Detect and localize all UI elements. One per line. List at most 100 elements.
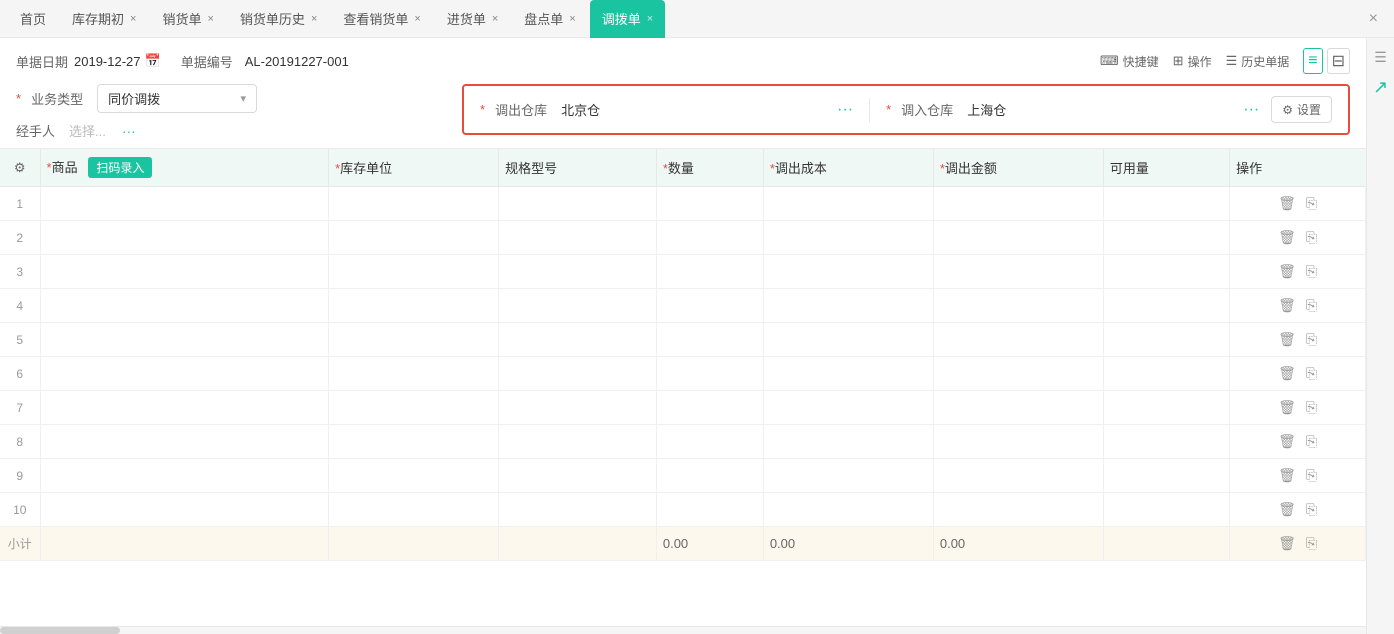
window-close-button[interactable]: × (1361, 6, 1386, 32)
horizontal-scrollbar[interactable] (0, 626, 1366, 634)
layout-grid-button[interactable]: ⊟ (1327, 48, 1350, 74)
th-gear[interactable]: ⚙ (0, 149, 40, 187)
unit-cell[interactable] (329, 323, 499, 357)
amount-cell[interactable] (933, 187, 1103, 221)
spec-cell[interactable] (499, 493, 657, 527)
delete-icon[interactable]: 🗑 (1276, 295, 1298, 316)
delete-icon[interactable]: 🗑 (1276, 397, 1298, 418)
tab-view-sales[interactable]: 查看销货单 × (331, 0, 432, 38)
spec-cell[interactable] (499, 289, 657, 323)
shortcuts-button[interactable]: ⌨ 快捷键 (1100, 53, 1159, 70)
copy-icon[interactable]: ⎘ (1304, 465, 1319, 486)
tab-sales-history[interactable]: 销货单历史 × (228, 0, 329, 38)
delete-icon[interactable]: 🗑 (1276, 193, 1298, 214)
cost-cell[interactable] (763, 221, 933, 255)
cost-cell[interactable] (763, 493, 933, 527)
product-cell[interactable] (40, 391, 329, 425)
tab-inventory-init[interactable]: 库存期初 × (60, 0, 148, 38)
amount-cell[interactable] (933, 391, 1103, 425)
tab-close-sales-history[interactable]: × (311, 13, 317, 25)
amount-cell[interactable] (933, 289, 1103, 323)
tab-home[interactable]: 首页 (8, 0, 58, 38)
cost-cell[interactable] (763, 187, 933, 221)
amount-cell[interactable] (933, 221, 1103, 255)
amount-cell[interactable] (933, 459, 1103, 493)
qty-cell[interactable] (656, 425, 763, 459)
spec-cell[interactable] (499, 221, 657, 255)
tab-sales-order[interactable]: 销货单 × (150, 0, 225, 38)
layout-list-button[interactable]: ≡ (1303, 48, 1322, 74)
product-cell[interactable] (40, 459, 329, 493)
spec-cell[interactable] (499, 425, 657, 459)
unit-cell[interactable] (329, 187, 499, 221)
delete-icon[interactable]: 🗑 (1276, 465, 1298, 486)
copy-icon[interactable]: ⎘ (1304, 533, 1319, 554)
spec-cell[interactable] (499, 255, 657, 289)
qty-cell[interactable] (656, 289, 763, 323)
tab-close-inventory-init[interactable]: × (130, 13, 136, 25)
spec-cell[interactable] (499, 357, 657, 391)
spec-cell[interactable] (499, 459, 657, 493)
tab-close-stock-count[interactable]: × (569, 13, 575, 25)
cost-cell[interactable] (763, 289, 933, 323)
sidebar-list-icon[interactable]: ☰ (1370, 46, 1392, 68)
tab-close-purchase-order[interactable]: × (492, 13, 498, 25)
copy-icon[interactable]: ⎘ (1304, 295, 1319, 316)
copy-icon[interactable]: ⎘ (1304, 227, 1319, 248)
handler-more-icon[interactable]: ··· (122, 123, 136, 139)
delete-icon[interactable]: 🗑 (1276, 261, 1298, 282)
unit-cell[interactable] (329, 255, 499, 289)
copy-icon[interactable]: ⎘ (1304, 329, 1319, 350)
qty-cell[interactable] (656, 391, 763, 425)
qty-cell[interactable] (656, 357, 763, 391)
cost-cell[interactable] (763, 459, 933, 493)
qty-cell[interactable] (656, 187, 763, 221)
amount-cell[interactable] (933, 493, 1103, 527)
cost-cell[interactable] (763, 391, 933, 425)
amount-cell[interactable] (933, 255, 1103, 289)
spec-cell[interactable] (499, 187, 657, 221)
copy-icon[interactable]: ⎘ (1304, 431, 1319, 452)
cost-cell[interactable] (763, 255, 933, 289)
delete-icon[interactable]: 🗑 (1276, 227, 1298, 248)
amount-cell[interactable] (933, 357, 1103, 391)
unit-cell[interactable] (329, 221, 499, 255)
delete-icon[interactable]: 🗑 (1276, 431, 1298, 452)
product-cell[interactable] (40, 255, 329, 289)
product-cell[interactable] (40, 289, 329, 323)
sidebar-expand-icon[interactable]: ↗ (1370, 76, 1392, 98)
product-cell[interactable] (40, 323, 329, 357)
spec-cell[interactable] (499, 391, 657, 425)
calendar-icon[interactable]: 📅 (145, 53, 161, 69)
unit-cell[interactable] (329, 459, 499, 493)
cost-cell[interactable] (763, 323, 933, 357)
spec-cell[interactable] (499, 323, 657, 357)
qty-cell[interactable] (656, 323, 763, 357)
cost-cell[interactable] (763, 425, 933, 459)
tab-close-view-sales[interactable]: × (414, 13, 420, 25)
settings-button[interactable]: ⚙ 设置 (1271, 96, 1332, 123)
delete-icon[interactable]: 🗑 (1276, 499, 1298, 520)
cost-cell[interactable] (763, 357, 933, 391)
tab-close-transfer-order[interactable]: × (647, 13, 653, 25)
operations-button[interactable]: ⊞ 操作 (1173, 53, 1212, 70)
copy-icon[interactable]: ⎘ (1304, 261, 1319, 282)
qty-cell[interactable] (656, 493, 763, 527)
tab-purchase-order[interactable]: 进货单 × (435, 0, 510, 38)
product-cell[interactable] (40, 493, 329, 527)
qty-cell[interactable] (656, 221, 763, 255)
delete-icon[interactable]: 🗑 (1276, 329, 1298, 350)
qty-cell[interactable] (656, 255, 763, 289)
history-button[interactable]: ☰ 历史单据 (1226, 53, 1290, 70)
tab-transfer-order[interactable]: 调拨单 × (590, 0, 665, 38)
product-cell[interactable] (40, 221, 329, 255)
unit-cell[interactable] (329, 391, 499, 425)
unit-cell[interactable] (329, 425, 499, 459)
product-cell[interactable] (40, 187, 329, 221)
tab-close-sales-order[interactable]: × (207, 13, 213, 25)
business-type-select[interactable]: 同价调拨 ▾ (97, 84, 257, 113)
amount-cell[interactable] (933, 323, 1103, 357)
copy-icon[interactable]: ⎘ (1304, 193, 1319, 214)
tab-stock-count[interactable]: 盘点单 × (512, 0, 587, 38)
copy-icon[interactable]: ⎘ (1304, 363, 1319, 384)
